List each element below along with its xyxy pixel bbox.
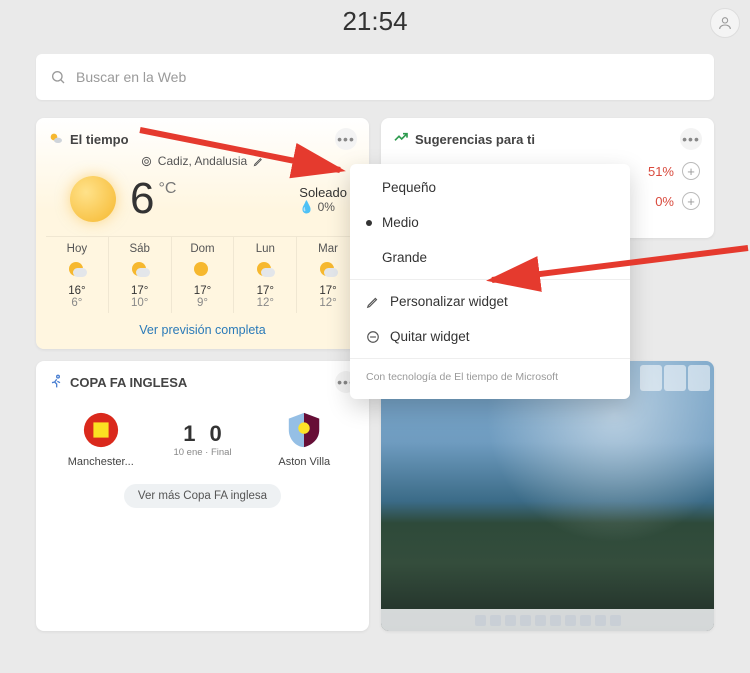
trend-icon bbox=[393, 131, 409, 147]
astonvilla-badge-icon bbox=[285, 411, 323, 449]
selected-dot-icon bbox=[366, 220, 372, 226]
menu-item-remove[interactable]: Quitar widget bbox=[350, 319, 630, 354]
weather-condition: Soleado bbox=[299, 185, 347, 200]
sports-title: COPA FA INGLESA bbox=[70, 375, 187, 390]
suggestion-pct: 51% bbox=[648, 164, 674, 179]
forecast-row: Hoy16°6° Sáb17°10° Dom17°9° Lun17°12° Ma… bbox=[46, 236, 359, 313]
menu-footer: Con tecnología de El tiempo de Microsoft bbox=[350, 363, 630, 393]
weather-icon bbox=[48, 131, 64, 147]
desktop-icon bbox=[640, 365, 662, 391]
match-meta: 10 ene · Final bbox=[169, 447, 236, 458]
plus-icon[interactable]: + bbox=[682, 192, 700, 210]
taskbar bbox=[381, 609, 714, 631]
team-a: Manchester... bbox=[56, 411, 146, 468]
search-input[interactable]: Buscar en la Web bbox=[36, 54, 714, 100]
menu-item-large[interactable]: Grande bbox=[350, 240, 630, 275]
forecast-day[interactable]: Lun17°12° bbox=[233, 237, 296, 313]
suggestions-title: Sugerencias para ti bbox=[415, 132, 535, 147]
weather-humidity: 💧 0% bbox=[299, 200, 347, 214]
menu-item-small[interactable]: Pequeño bbox=[350, 170, 630, 205]
weather-location[interactable]: Cadiz, Andalusia bbox=[158, 154, 247, 168]
forecast-day[interactable]: Dom17°9° bbox=[171, 237, 234, 313]
pencil-icon bbox=[366, 295, 380, 309]
forecast-day[interactable]: Hoy16°6° bbox=[46, 237, 108, 313]
current-temp: 6°C bbox=[130, 174, 176, 224]
wallpaper-card[interactable] bbox=[381, 361, 714, 631]
forecast-day[interactable]: Sáb17°10° bbox=[108, 237, 171, 313]
sports-card: COPA FA INGLESA ••• Manchester... 10 10 … bbox=[36, 361, 369, 631]
clock: 21:54 bbox=[342, 6, 407, 37]
minus-circle-icon bbox=[366, 330, 380, 344]
pencil-icon[interactable] bbox=[253, 156, 264, 167]
weather-more-button[interactable]: ••• bbox=[335, 128, 357, 150]
score-row[interactable]: Manchester... 10 10 ene · Final Aston Vi… bbox=[36, 399, 369, 474]
suggestions-more-button[interactable]: ••• bbox=[680, 128, 702, 150]
desktop-icon bbox=[688, 365, 710, 391]
running-icon bbox=[48, 374, 64, 390]
team-b: Aston Villa bbox=[259, 411, 349, 468]
weather-card: El tiempo ••• Cadiz, Andalusia 6°C Solea… bbox=[36, 118, 369, 349]
see-more-sports-link[interactable]: Ver más Copa FA inglesa bbox=[124, 484, 281, 508]
sun-icon bbox=[70, 176, 116, 222]
person-icon bbox=[717, 15, 733, 31]
suggestion-pct: 0% bbox=[655, 194, 674, 209]
widget-context-menu: Pequeño Medio Grande Personalizar widget… bbox=[350, 164, 630, 399]
weather-title: El tiempo bbox=[70, 132, 129, 147]
wallpaper-image bbox=[381, 361, 714, 631]
desktop-icon bbox=[664, 365, 686, 391]
menu-item-medium[interactable]: Medio bbox=[350, 205, 630, 240]
search-icon bbox=[50, 69, 66, 85]
plus-icon[interactable]: + bbox=[682, 162, 700, 180]
manutd-badge-icon bbox=[82, 411, 120, 449]
profile-button[interactable] bbox=[710, 8, 740, 38]
menu-item-customize[interactable]: Personalizar widget bbox=[350, 284, 630, 319]
search-placeholder: Buscar en la Web bbox=[76, 69, 186, 85]
target-icon bbox=[141, 156, 152, 167]
see-forecast-link[interactable]: Ver previsión completa bbox=[36, 313, 369, 349]
score: 10 bbox=[169, 421, 236, 447]
